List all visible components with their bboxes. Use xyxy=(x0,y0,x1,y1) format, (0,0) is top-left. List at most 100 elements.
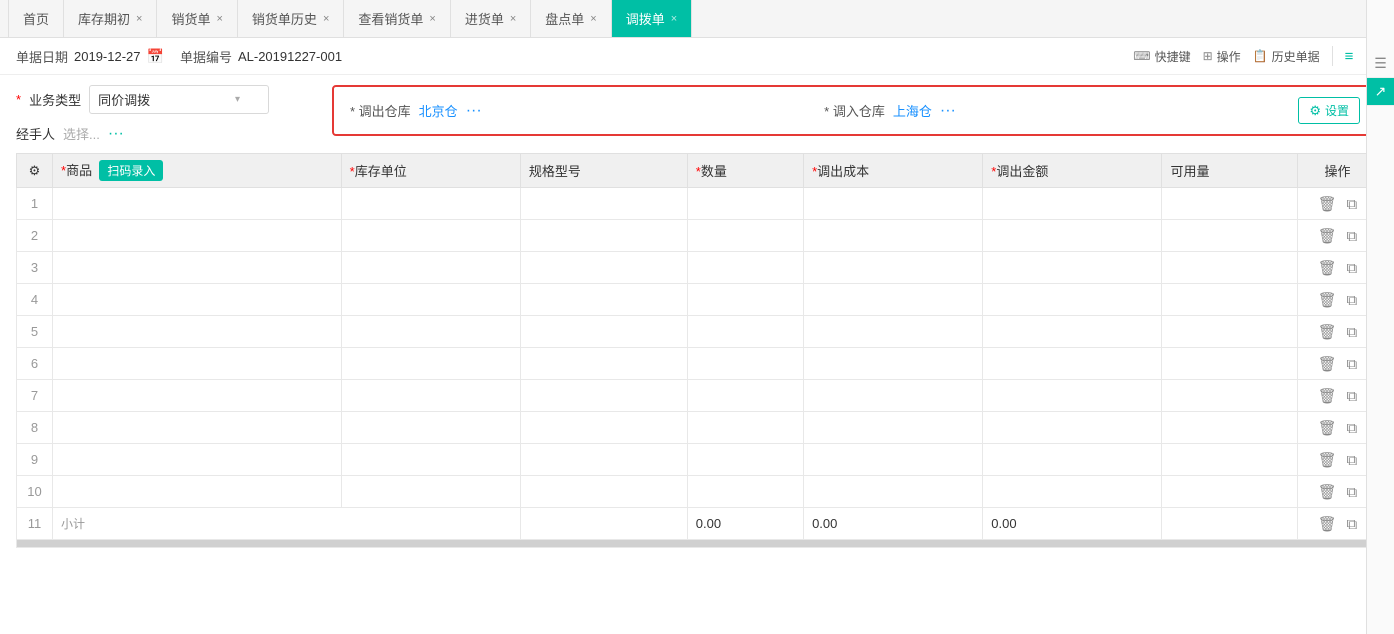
tab-sales-order-close[interactable]: × xyxy=(216,13,222,25)
person-select[interactable]: 选择... xyxy=(63,124,100,143)
row-delete-button[interactable]: 🗑 xyxy=(1315,227,1340,245)
tab-stocktake-close[interactable]: × xyxy=(590,13,596,25)
row-cost-7[interactable] xyxy=(804,380,983,412)
row-delete-button[interactable]: 🗑 xyxy=(1315,355,1340,373)
row-copy-button[interactable]: ⧉ xyxy=(1343,484,1360,501)
row-qty-1[interactable] xyxy=(687,188,803,220)
row-product-8[interactable] xyxy=(53,412,342,444)
row-available-1[interactable] xyxy=(1162,188,1298,220)
row-available-7[interactable] xyxy=(1162,380,1298,412)
row-product-7[interactable] xyxy=(53,380,342,412)
row-available-5[interactable] xyxy=(1162,316,1298,348)
row-spec-2[interactable] xyxy=(520,220,687,252)
row-qty-6[interactable] xyxy=(687,348,803,380)
row-qty-7[interactable] xyxy=(687,380,803,412)
transfer-in-more-button[interactable]: ··· xyxy=(940,102,956,120)
row-amount-9[interactable] xyxy=(983,444,1162,476)
row-copy-button[interactable]: ⧉ xyxy=(1343,388,1360,405)
shortcuts-button[interactable]: ⌨ 快捷键 xyxy=(1133,48,1190,65)
row-unit-9[interactable] xyxy=(341,444,520,476)
row-available-3[interactable] xyxy=(1162,252,1298,284)
row-delete-button[interactable]: 🗑 xyxy=(1315,259,1340,277)
row-available-6[interactable] xyxy=(1162,348,1298,380)
transfer-out-more-button[interactable]: ··· xyxy=(466,102,482,120)
tab-transfer[interactable]: 调拨单 × xyxy=(612,0,692,37)
row-cost-10[interactable] xyxy=(804,476,983,508)
row-available-10[interactable] xyxy=(1162,476,1298,508)
row-cost-1[interactable] xyxy=(804,188,983,220)
row-amount-8[interactable] xyxy=(983,412,1162,444)
tab-transfer-close[interactable]: × xyxy=(671,13,677,25)
row-cost-5[interactable] xyxy=(804,316,983,348)
sidebar-list-icon[interactable]: ☰ xyxy=(1367,50,1394,78)
row-spec-1[interactable] xyxy=(520,188,687,220)
row-amount-1[interactable] xyxy=(983,188,1162,220)
row-spec-10[interactable] xyxy=(520,476,687,508)
row-available-4[interactable] xyxy=(1162,284,1298,316)
row-product-6[interactable] xyxy=(53,348,342,380)
row-qty-2[interactable] xyxy=(687,220,803,252)
row-product-4[interactable] xyxy=(53,284,342,316)
row-delete-button[interactable]: 🗑 xyxy=(1315,451,1340,469)
row-delete-button[interactable]: 🗑 xyxy=(1315,291,1340,309)
row-available-9[interactable] xyxy=(1162,444,1298,476)
row-delete-button[interactable]: 🗑 xyxy=(1315,323,1340,341)
tab-sales-history-close[interactable]: × xyxy=(323,13,329,25)
row-unit-6[interactable] xyxy=(341,348,520,380)
tab-inventory-init-close[interactable]: × xyxy=(136,13,142,25)
row-cost-9[interactable] xyxy=(804,444,983,476)
tab-view-sales[interactable]: 查看销货单 × xyxy=(344,0,450,37)
row-cost-2[interactable] xyxy=(804,220,983,252)
row-spec-6[interactable] xyxy=(520,348,687,380)
business-type-select[interactable]: 同价调拨 ▾ xyxy=(89,85,269,114)
row-spec-4[interactable] xyxy=(520,284,687,316)
tab-sales-order[interactable]: 销货单 × xyxy=(157,0,237,37)
row-delete-button[interactable]: 🗑 xyxy=(1315,483,1340,501)
row-cost-8[interactable] xyxy=(804,412,983,444)
tab-home[interactable]: 首页 xyxy=(8,0,64,37)
row-spec-3[interactable] xyxy=(520,252,687,284)
row-unit-5[interactable] xyxy=(341,316,520,348)
tab-inventory-init[interactable]: 库存期初 × xyxy=(64,0,157,37)
row-copy-button[interactable]: ⧉ xyxy=(1343,420,1360,437)
row-qty-10[interactable] xyxy=(687,476,803,508)
row-amount-10[interactable] xyxy=(983,476,1162,508)
row-spec-8[interactable] xyxy=(520,412,687,444)
calendar-icon[interactable]: 📅 xyxy=(147,48,164,65)
row-qty-3[interactable] xyxy=(687,252,803,284)
row-cost-4[interactable] xyxy=(804,284,983,316)
row-qty-4[interactable] xyxy=(687,284,803,316)
row-delete-button[interactable]: 🗑 xyxy=(1315,387,1340,405)
tab-purchase[interactable]: 进货单 × xyxy=(451,0,531,37)
row-copy-button[interactable]: ⧉ xyxy=(1343,356,1360,373)
row-copy-button[interactable]: ⧉ xyxy=(1343,452,1360,469)
row-copy-button[interactable]: ⧉ xyxy=(1343,516,1360,533)
scan-button[interactable]: 扫码录入 xyxy=(99,160,163,181)
tab-sales-history[interactable]: 销货单历史 × xyxy=(238,0,344,37)
settings-button[interactable]: ⚙ 设置 xyxy=(1298,97,1360,124)
operations-button[interactable]: ⊞ 操作 xyxy=(1203,48,1241,65)
row-amount-5[interactable] xyxy=(983,316,1162,348)
row-unit-7[interactable] xyxy=(341,380,520,412)
row-product-5[interactable] xyxy=(53,316,342,348)
row-unit-3[interactable] xyxy=(341,252,520,284)
row-product-10[interactable] xyxy=(53,476,342,508)
row-unit-10[interactable] xyxy=(341,476,520,508)
row-copy-button[interactable]: ⧉ xyxy=(1343,292,1360,309)
row-unit-4[interactable] xyxy=(341,284,520,316)
row-copy-button[interactable]: ⧉ xyxy=(1343,260,1360,277)
row-unit-1[interactable] xyxy=(341,188,520,220)
sidebar-external-icon[interactable]: ↗ xyxy=(1367,78,1394,106)
tab-purchase-close[interactable]: × xyxy=(510,13,516,25)
row-product-3[interactable] xyxy=(53,252,342,284)
history-button[interactable]: 📋 历史单据 xyxy=(1253,48,1320,65)
row-amount-4[interactable] xyxy=(983,284,1162,316)
row-copy-button[interactable]: ⧉ xyxy=(1343,324,1360,341)
row-qty-9[interactable] xyxy=(687,444,803,476)
grid-list-icon[interactable]: ≡ xyxy=(1345,48,1354,65)
row-amount-3[interactable] xyxy=(983,252,1162,284)
row-cost-6[interactable] xyxy=(804,348,983,380)
row-amount-6[interactable] xyxy=(983,348,1162,380)
row-unit-2[interactable] xyxy=(341,220,520,252)
row-unit-8[interactable] xyxy=(341,412,520,444)
